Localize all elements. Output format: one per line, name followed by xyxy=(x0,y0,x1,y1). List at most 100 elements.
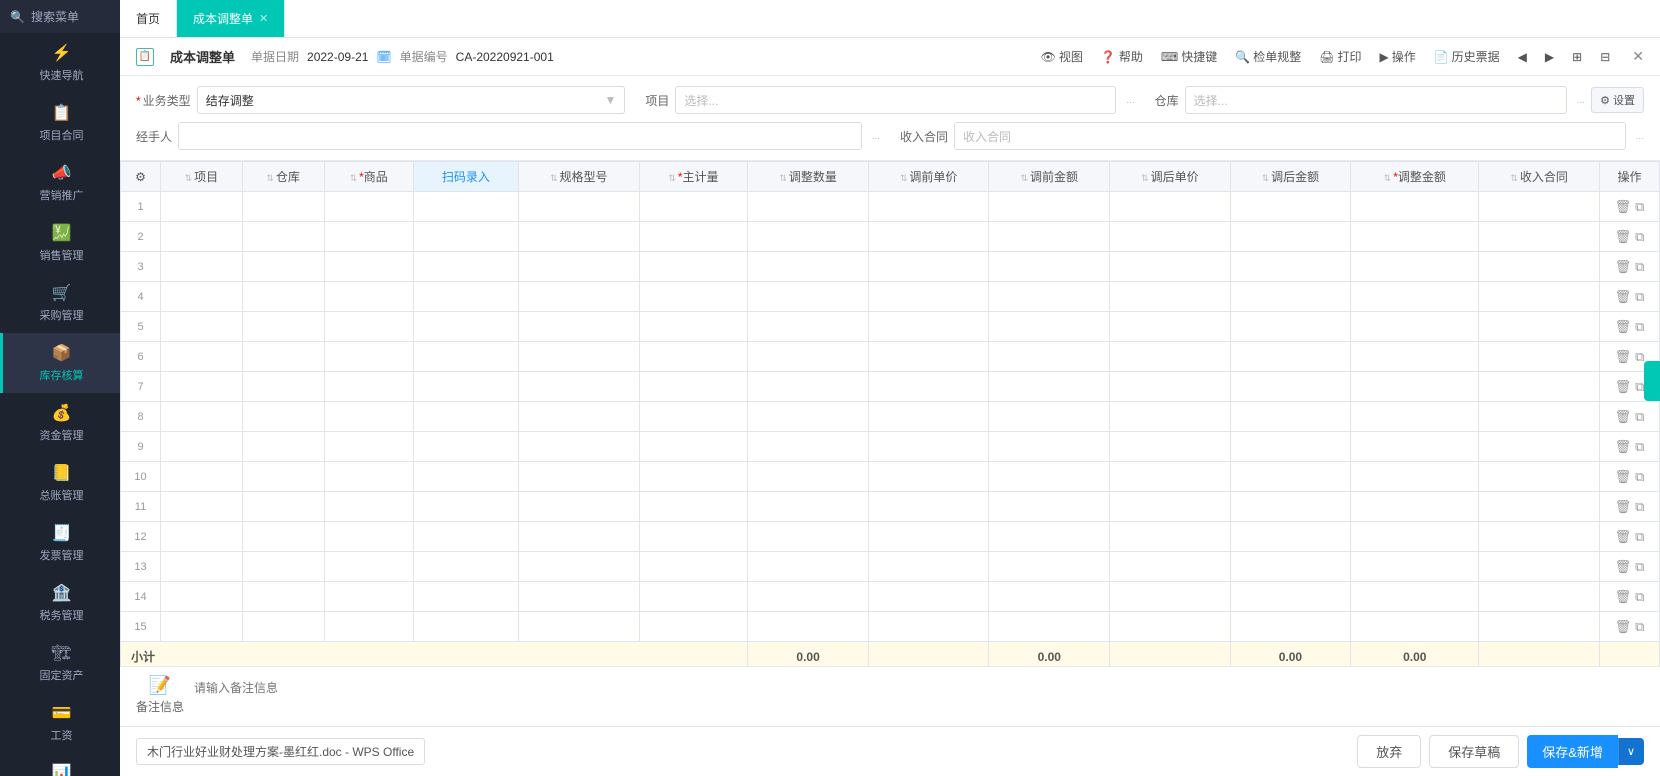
sidebar-item-tax-mgmt[interactable]: 🏦 税务管理 xyxy=(0,573,120,633)
row-7-copy-icon[interactable]: ⧉ xyxy=(1635,379,1644,395)
row-12-unit[interactable] xyxy=(639,522,748,552)
row-3-adjust-amount[interactable] xyxy=(1351,252,1479,282)
row-10-warehouse[interactable] xyxy=(242,462,324,492)
handler-dots[interactable]: ... xyxy=(872,131,880,142)
row-7-adjust-qty[interactable] xyxy=(748,372,869,402)
row-2-project[interactable] xyxy=(161,222,243,252)
row-1-after-amount[interactable] xyxy=(1230,192,1351,222)
row-7-after-price[interactable] xyxy=(1110,372,1231,402)
row-8-spec[interactable] xyxy=(518,402,639,432)
row-14-adjust-qty[interactable] xyxy=(748,582,869,612)
row-14-copy-icon[interactable]: ⧉ xyxy=(1635,589,1644,605)
row-6-scan[interactable] xyxy=(413,342,518,372)
notes-input[interactable] xyxy=(194,675,1644,707)
history-btn[interactable]: 📄 历史票据 xyxy=(1430,46,1504,67)
row-10-scan[interactable] xyxy=(413,462,518,492)
row-2-spec[interactable] xyxy=(518,222,639,252)
row-3-copy-icon[interactable]: ⧉ xyxy=(1635,259,1644,275)
row-2-income-contract[interactable] xyxy=(1479,222,1600,252)
row-4-unit[interactable] xyxy=(639,282,748,312)
row-1-project[interactable] xyxy=(161,192,243,222)
wps-badge[interactable]: 木门行业好业财处理方案-墨红红.doc - WPS Office xyxy=(136,738,425,765)
row-5-copy-icon[interactable]: ⧉ xyxy=(1635,319,1644,335)
sidebar-item-project-contract[interactable]: 📋 项目合同 xyxy=(0,93,120,153)
row-2-adjust-amount[interactable] xyxy=(1351,222,1479,252)
row-6-project[interactable] xyxy=(161,342,243,372)
row-5-scan[interactable] xyxy=(413,312,518,342)
row-5-before-amount[interactable] xyxy=(989,312,1110,342)
row-15-warehouse[interactable] xyxy=(242,612,324,642)
row-9-adjust-qty[interactable] xyxy=(748,432,869,462)
row-2-after-amount[interactable] xyxy=(1230,222,1351,252)
row-6-after-amount[interactable] xyxy=(1230,342,1351,372)
sidebar-item-quick-nav[interactable]: ⚡ 快速导航 xyxy=(0,33,120,93)
row-4-project[interactable] xyxy=(161,282,243,312)
row-11-project[interactable] xyxy=(161,492,243,522)
row-2-product[interactable] xyxy=(324,222,413,252)
row-11-scan[interactable] xyxy=(413,492,518,522)
row-6-product[interactable] xyxy=(324,342,413,372)
row-9-delete-icon[interactable]: 🗑 xyxy=(1615,439,1632,455)
row-13-delete-icon[interactable]: 🗑 xyxy=(1615,559,1632,575)
row-11-delete-icon[interactable]: 🗑 xyxy=(1615,499,1632,515)
row-1-adjust-amount[interactable] xyxy=(1351,192,1479,222)
row-1-product[interactable] xyxy=(324,192,413,222)
view-btn[interactable]: 👁 视图 xyxy=(1037,46,1087,67)
expand2-btn[interactable]: ⊟ xyxy=(1596,48,1614,66)
sidebar-item-ledger-mgmt[interactable]: 📒 总账管理 xyxy=(0,453,120,513)
row-1-warehouse[interactable] xyxy=(242,192,324,222)
row-1-before-price[interactable] xyxy=(868,192,989,222)
row-4-adjust-qty[interactable] xyxy=(748,282,869,312)
row-5-unit[interactable] xyxy=(639,312,748,342)
row-3-after-amount[interactable] xyxy=(1230,252,1351,282)
row-14-unit[interactable] xyxy=(639,582,748,612)
project-dots[interactable]: ... xyxy=(1126,95,1134,106)
row-3-unit[interactable] xyxy=(639,252,748,282)
discard-button[interactable]: 放弃 xyxy=(1357,735,1421,768)
help-btn[interactable]: ❓ 帮助 xyxy=(1097,46,1147,67)
row-2-unit[interactable] xyxy=(639,222,748,252)
row-1-copy-icon[interactable]: ⧉ xyxy=(1635,199,1644,215)
row-7-warehouse[interactable] xyxy=(242,372,324,402)
row-15-unit[interactable] xyxy=(639,612,748,642)
row-12-spec[interactable] xyxy=(518,522,639,552)
row-5-project[interactable] xyxy=(161,312,243,342)
row-3-spec[interactable] xyxy=(518,252,639,282)
row-2-before-price[interactable] xyxy=(868,222,989,252)
row-15-product[interactable] xyxy=(324,612,413,642)
row-11-before-price[interactable] xyxy=(868,492,989,522)
row-7-income-contract[interactable] xyxy=(1479,372,1600,402)
tab-close-icon[interactable]: ✕ xyxy=(259,12,268,25)
row-15-project[interactable] xyxy=(161,612,243,642)
row-12-after-price[interactable] xyxy=(1110,522,1231,552)
row-7-unit[interactable] xyxy=(639,372,748,402)
row-3-delete-icon[interactable]: 🗑 xyxy=(1615,259,1632,275)
row-12-copy-icon[interactable]: ⧉ xyxy=(1635,529,1644,545)
row-8-adjust-amount[interactable] xyxy=(1351,402,1479,432)
row-6-before-amount[interactable] xyxy=(989,342,1110,372)
row-13-product[interactable] xyxy=(324,552,413,582)
sidebar-item-inventory[interactable]: 📦 库存核算 xyxy=(0,333,120,393)
row-4-after-price[interactable] xyxy=(1110,282,1231,312)
row-3-before-price[interactable] xyxy=(868,252,989,282)
row-10-before-amount[interactable] xyxy=(989,462,1110,492)
shortcuts-btn[interactable]: ⌨ 快捷键 xyxy=(1157,46,1221,67)
row-11-adjust-qty[interactable] xyxy=(748,492,869,522)
row-8-before-price[interactable] xyxy=(868,402,989,432)
row-11-adjust-amount[interactable] xyxy=(1351,492,1479,522)
window-close-btn[interactable]: ✕ xyxy=(1632,48,1644,65)
row-7-spec[interactable] xyxy=(518,372,639,402)
row-12-delete-icon[interactable]: 🗑 xyxy=(1615,529,1632,545)
row-15-income-contract[interactable] xyxy=(1479,612,1600,642)
row-2-delete-icon[interactable]: 🗑 xyxy=(1615,229,1632,245)
row-10-unit[interactable] xyxy=(639,462,748,492)
row-5-after-amount[interactable] xyxy=(1230,312,1351,342)
row-11-income-contract[interactable] xyxy=(1479,492,1600,522)
row-4-income-contract[interactable] xyxy=(1479,282,1600,312)
row-7-before-amount[interactable] xyxy=(989,372,1110,402)
warehouse-dots[interactable]: ... xyxy=(1577,95,1585,106)
row-3-project[interactable] xyxy=(161,252,243,282)
row-13-project[interactable] xyxy=(161,552,243,582)
row-14-income-contract[interactable] xyxy=(1479,582,1600,612)
prev-btn[interactable]: ◀ xyxy=(1514,48,1531,66)
